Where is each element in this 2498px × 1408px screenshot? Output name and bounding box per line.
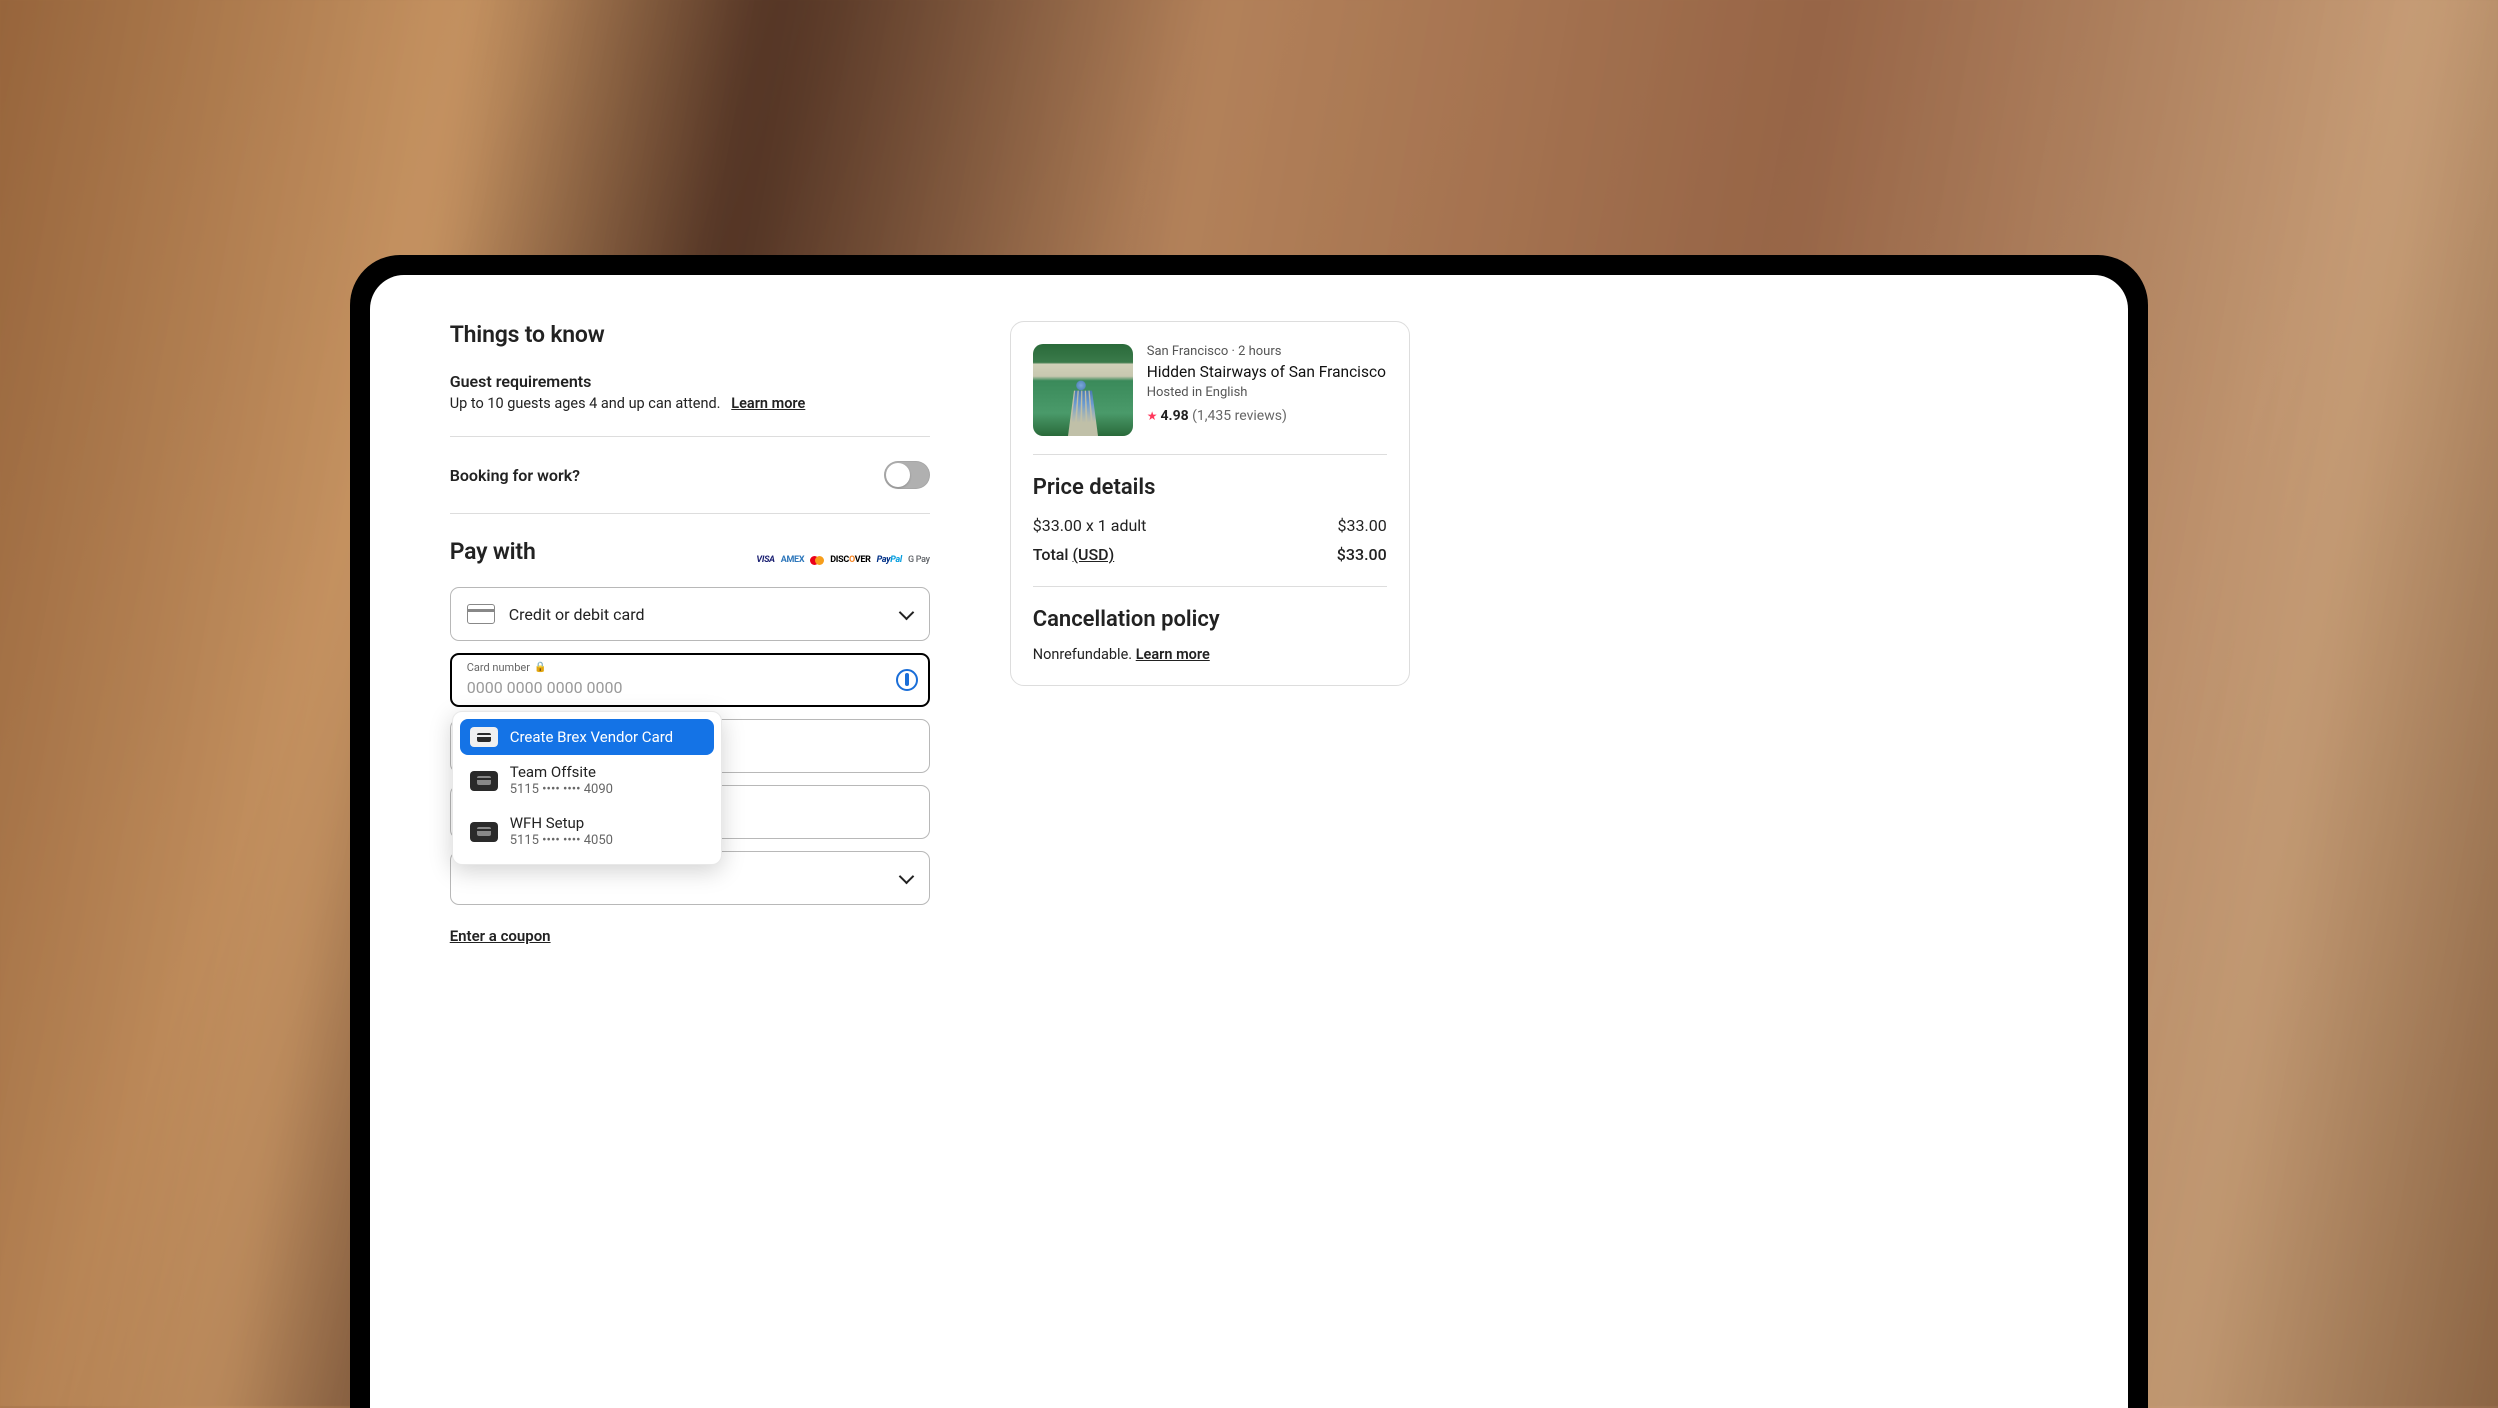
booking-summary-card: San Francisco · 2 hours Hidden Stairways…: [1010, 321, 1410, 686]
guest-requirements-text: Up to 10 guests ages 4 and up can attend…: [450, 395, 930, 412]
amex-icon: AMEX: [781, 555, 805, 565]
enter-coupon-link[interactable]: Enter a coupon: [450, 927, 551, 945]
rating-value: 4.98: [1160, 408, 1188, 424]
mastercard-icon: [810, 556, 824, 565]
card-number-input[interactable]: Card number 🔒 0000 0000 0000 0000 Create…: [450, 653, 930, 707]
booking-for-work-label: Booking for work?: [450, 466, 580, 485]
screen: Things to know Guest requirements Up to …: [370, 275, 2129, 1408]
visa-icon: VISA: [756, 555, 774, 565]
create-brex-card-option[interactable]: Create Brex Vendor Card: [460, 719, 714, 755]
saved-card-mask: 5115 •••• •••• 4050: [510, 833, 613, 849]
payment-method-select[interactable]: Credit or debit card: [450, 587, 930, 641]
saved-card-name: Team Offsite: [510, 763, 613, 782]
payment-brand-strip: VISA AMEX DISCOVER PayPal G Pay: [756, 555, 929, 565]
divider: [450, 436, 930, 437]
payment-method-label: Credit or debit card: [509, 605, 885, 624]
saved-card-option[interactable]: Team Offsite 5115 •••• •••• 4090: [460, 755, 714, 806]
card-number-placeholder: 0000 0000 0000 0000: [467, 678, 913, 697]
card-icon: [470, 727, 498, 747]
price-unit-label: $33.00 x 1 adult: [1033, 516, 1147, 535]
price-unit-amount: $33.00: [1338, 516, 1387, 535]
price-details-heading: Price details: [1033, 475, 1387, 500]
discover-icon: DISCOVER: [830, 555, 870, 565]
things-to-know-heading: Things to know: [450, 321, 930, 348]
pay-with-heading: Pay with: [450, 538, 536, 565]
rating-row: ★4.98 (1,435 reviews): [1147, 408, 1387, 424]
divider: [1033, 454, 1387, 455]
guest-requirements-body: Up to 10 guests ages 4 and up can attend…: [450, 395, 721, 412]
total-line: Total (USD) $33.00: [1033, 545, 1387, 564]
right-column: San Francisco · 2 hours Hidden Stairways…: [1010, 321, 1410, 1408]
device-frame: Things to know Guest requirements Up to …: [350, 255, 2149, 1408]
chevron-down-icon: [899, 871, 913, 885]
listing-thumbnail: [1033, 344, 1133, 436]
listing-hosted: Hosted in English: [1147, 385, 1387, 400]
lock-icon: 🔒: [534, 662, 546, 673]
total-amount: $33.00: [1337, 545, 1387, 564]
booking-for-work-toggle[interactable]: [884, 461, 930, 489]
onepassword-icon[interactable]: [896, 669, 918, 691]
saved-card-mask: 5115 •••• •••• 4090: [510, 782, 613, 798]
saved-card-option[interactable]: WFH Setup 5115 •••• •••• 4050: [460, 806, 714, 857]
star-icon: ★: [1147, 409, 1158, 423]
card-autofill-dropdown: Create Brex Vendor Card Team Offsite 511…: [452, 711, 722, 865]
card-icon: [470, 771, 498, 791]
paypal-icon: PayPal: [877, 555, 902, 565]
card-icon: [467, 604, 495, 624]
create-brex-card-label: Create Brex Vendor Card: [510, 728, 673, 746]
reviews-count: (1,435 reviews): [1192, 408, 1287, 424]
divider: [450, 513, 930, 514]
card-icon: [470, 822, 498, 842]
chevron-down-icon: [899, 607, 913, 621]
cancellation-heading: Cancellation policy: [1033, 607, 1387, 632]
gpay-icon: G Pay: [908, 555, 930, 565]
card-number-label: Card number 🔒: [467, 661, 547, 674]
listing-title: Hidden Stairways of San Francisco: [1147, 363, 1387, 381]
toggle-knob: [886, 463, 910, 487]
cancellation-text: Nonrefundable. Learn more: [1033, 646, 1387, 663]
left-column: Things to know Guest requirements Up to …: [450, 321, 930, 1408]
currency-link[interactable]: (USD): [1072, 545, 1114, 564]
total-label: Total (USD): [1033, 545, 1115, 564]
listing-row: San Francisco · 2 hours Hidden Stairways…: [1033, 344, 1387, 436]
guest-requirements-heading: Guest requirements: [450, 372, 930, 391]
guest-requirements-learn-more-link[interactable]: Learn more: [731, 395, 805, 412]
cancellation-learn-more-link[interactable]: Learn more: [1136, 646, 1210, 663]
price-line: $33.00 x 1 adult $33.00: [1033, 516, 1387, 535]
saved-card-name: WFH Setup: [510, 814, 613, 833]
listing-meta: San Francisco · 2 hours: [1147, 344, 1387, 359]
divider: [1033, 586, 1387, 587]
